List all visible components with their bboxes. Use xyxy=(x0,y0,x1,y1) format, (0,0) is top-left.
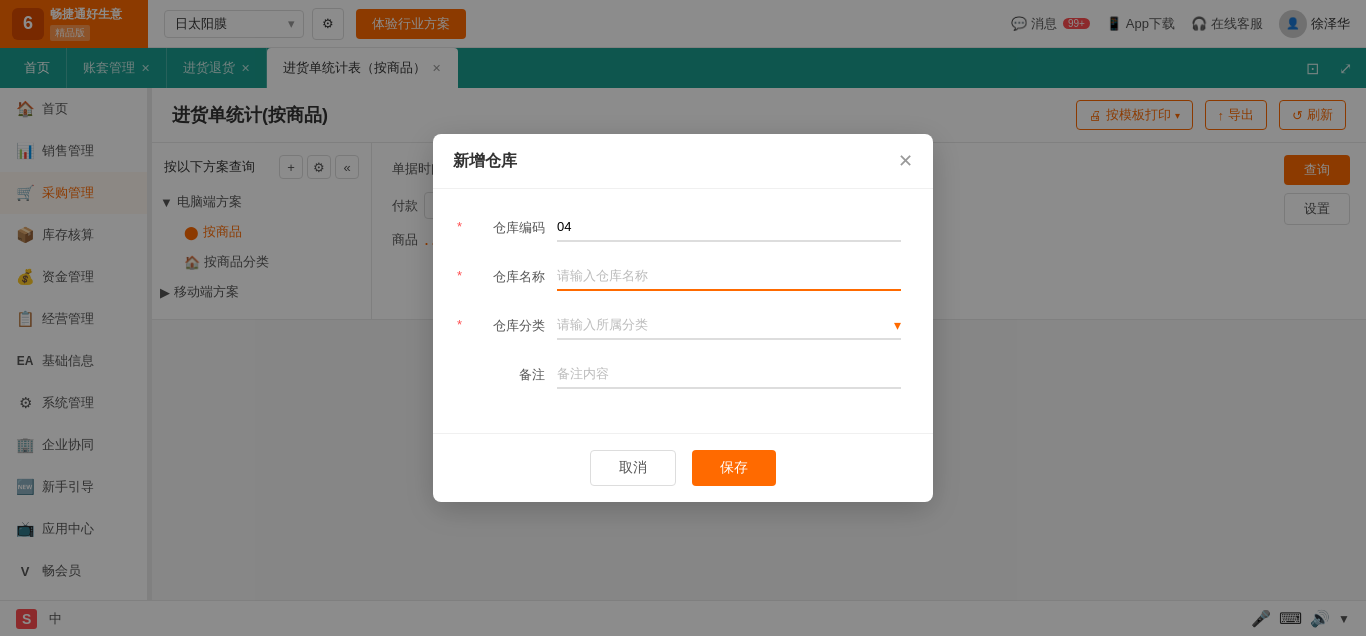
form-item-category: 仓库分类 ▾ xyxy=(465,311,901,340)
remark-input[interactable] xyxy=(557,360,901,389)
remark-label: 备注 xyxy=(465,366,545,384)
warehouse-code-label: 仓库编码 xyxy=(465,219,545,237)
modal-header: 新增仓库 ✕ xyxy=(433,134,933,189)
modal-footer: 取消 保存 xyxy=(433,433,933,502)
warehouse-code-input[interactable] xyxy=(557,213,901,242)
category-dropdown-icon: ▾ xyxy=(894,317,901,333)
modal-close-button[interactable]: ✕ xyxy=(898,150,913,172)
warehouse-category-input[interactable] xyxy=(557,311,894,338)
modal-body: 仓库编码 仓库名称 仓库分类 ▾ 备注 xyxy=(433,189,933,433)
form-item-name: 仓库名称 xyxy=(465,262,901,291)
warehouse-category-label: 仓库分类 xyxy=(465,317,545,335)
form-item-code: 仓库编码 xyxy=(465,213,901,242)
save-button[interactable]: 保存 xyxy=(692,450,776,486)
warehouse-category-wrapper[interactable]: ▾ xyxy=(557,311,901,340)
modal-title: 新增仓库 xyxy=(453,151,517,172)
warehouse-name-input[interactable] xyxy=(557,262,901,291)
form-item-remark: 备注 xyxy=(465,360,901,389)
warehouse-name-label: 仓库名称 xyxy=(465,268,545,286)
add-warehouse-modal: 新增仓库 ✕ 仓库编码 仓库名称 仓库分类 ▾ 备注 取消 保存 xyxy=(433,134,933,502)
cancel-button[interactable]: 取消 xyxy=(590,450,676,486)
